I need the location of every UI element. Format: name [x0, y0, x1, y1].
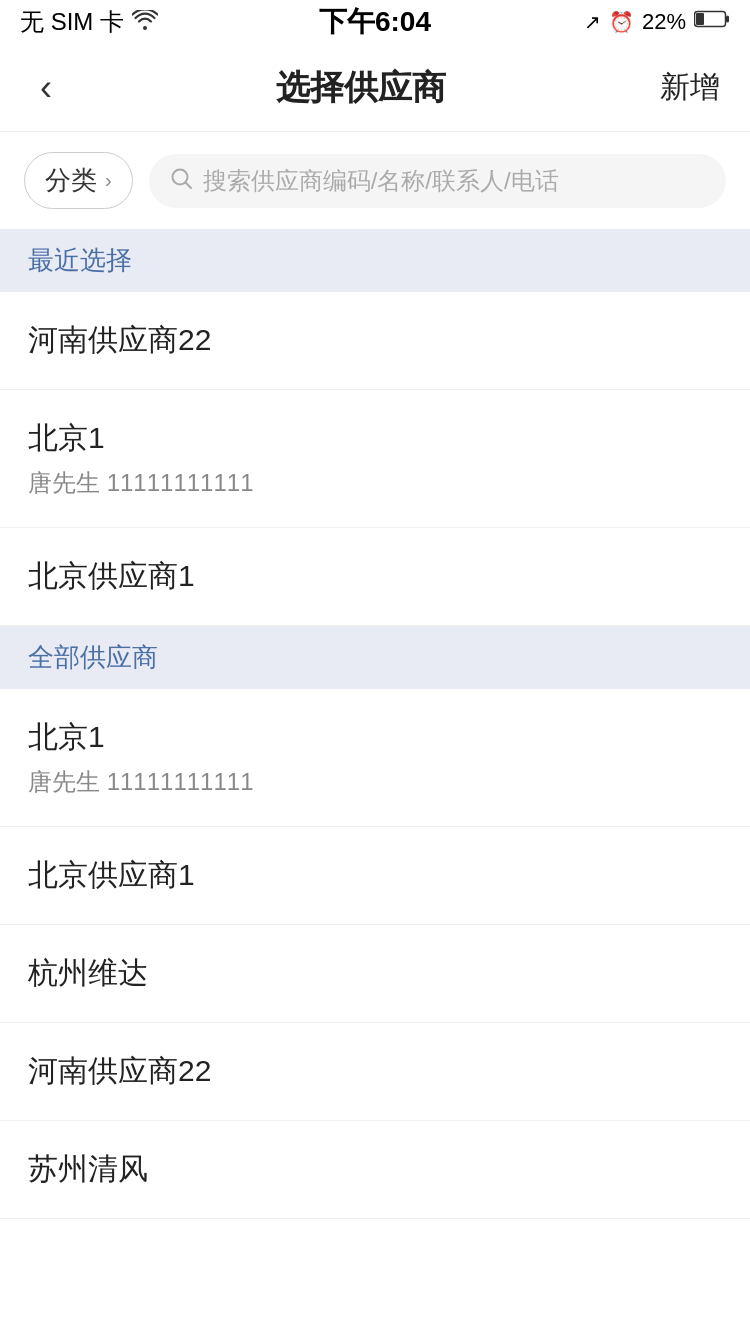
category-label: 分类	[45, 163, 97, 198]
battery-icon	[694, 9, 730, 35]
add-button[interactable]: 新增	[660, 67, 720, 108]
list-item[interactable]: 北京供应商1	[0, 827, 750, 925]
recent-section-header: 最近选择	[0, 229, 750, 292]
list-item[interactable]: 河南供应商22	[0, 292, 750, 390]
filter-row: 分类 ›	[0, 132, 750, 229]
status-time: 下午6:04	[319, 3, 431, 41]
item-name: 北京1	[28, 717, 722, 758]
all-list: 北京1 唐先生 11111111111 北京供应商1 杭州维达河南供应商22 苏州清风	[0, 689, 750, 1219]
all-section-label: 全部供应商	[28, 642, 158, 672]
item-name: 北京1	[28, 418, 722, 459]
list-item[interactable]: 北京供应商1	[0, 528, 750, 626]
status-right: ↗ ⏰ 22%	[584, 9, 730, 35]
item-name: 北京供应商1	[28, 855, 722, 896]
item-sub: 唐先生 11111111111	[28, 467, 722, 499]
wifi-icon	[132, 8, 158, 36]
search-box	[149, 154, 726, 208]
search-input[interactable]	[203, 167, 706, 195]
battery-text: 22%	[642, 9, 686, 35]
alarm-icon: ⏰	[609, 10, 634, 34]
item-sub: 唐先生 11111111111	[28, 766, 722, 798]
item-name: 苏州清风	[28, 1149, 722, 1190]
item-name: 河南供应商22	[28, 320, 722, 361]
list-item[interactable]: 北京1 唐先生 11111111111	[0, 390, 750, 528]
all-section-header: 全部供应商	[0, 626, 750, 689]
category-filter-button[interactable]: 分类 ›	[24, 152, 133, 209]
item-name: 北京供应商1	[28, 556, 722, 597]
location-icon: ↗	[584, 10, 601, 34]
item-name: 杭州维达	[28, 953, 722, 994]
svg-rect-1	[726, 16, 729, 23]
recent-list: 河南供应商22 北京1 唐先生 11111111111 北京供应商1	[0, 292, 750, 626]
list-item[interactable]: 河南供应商22	[0, 1023, 750, 1121]
page-title: 选择供应商	[276, 65, 446, 111]
chevron-right-icon: ›	[105, 169, 112, 192]
list-item[interactable]: 北京1 唐先生 11111111111	[0, 689, 750, 827]
svg-rect-2	[696, 13, 704, 25]
item-name: 河南供应商22	[28, 1051, 722, 1092]
nav-bar: ‹ 选择供应商 新增	[0, 44, 750, 132]
list-item[interactable]: 杭州维达	[0, 925, 750, 1023]
recent-section-label: 最近选择	[28, 245, 132, 275]
status-left: 无 SIM 卡	[20, 6, 158, 38]
search-icon	[169, 166, 193, 196]
status-bar: 无 SIM 卡 下午6:04 ↗ ⏰ 22%	[0, 0, 750, 44]
back-button[interactable]: ‹	[30, 57, 62, 119]
list-item[interactable]: 苏州清风	[0, 1121, 750, 1219]
carrier-text: 无 SIM 卡	[20, 6, 124, 38]
svg-line-4	[185, 182, 191, 188]
